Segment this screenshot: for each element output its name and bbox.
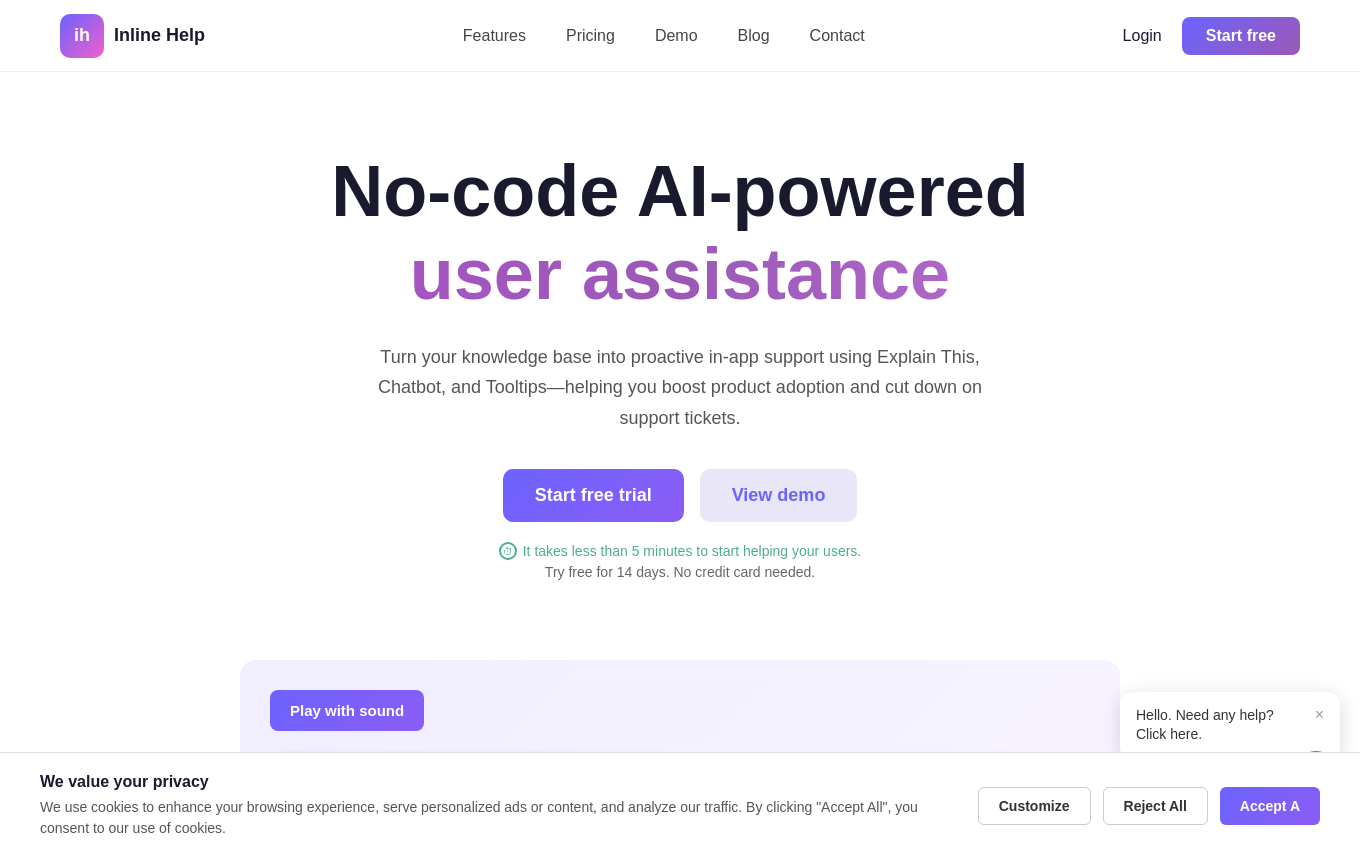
nav-right: Login Start free	[1123, 17, 1300, 55]
hero-subtitle: Turn your knowledge base into proactive …	[350, 342, 1010, 434]
logo-icon: ih	[60, 14, 104, 58]
hero-note-sub: Try free for 14 days. No credit card nee…	[40, 564, 1320, 580]
login-button[interactable]: Login	[1123, 27, 1162, 45]
clock-icon: ⏱	[499, 542, 517, 560]
chat-message: Hello. Need any help? Click here.	[1136, 706, 1305, 745]
customize-button[interactable]: Customize	[978, 787, 1091, 825]
nav-pricing[interactable]: Pricing	[566, 27, 615, 45]
hero-section: No-code AI-powered user assistance Turn …	[0, 72, 1360, 630]
nav-contact[interactable]: Contact	[810, 27, 865, 45]
logo-link[interactable]: ih Inline Help	[60, 14, 205, 58]
accept-all-button[interactable]: Accept A	[1220, 787, 1320, 825]
cookie-title: We value your privacy	[40, 773, 958, 791]
navbar: ih Inline Help Features Pricing Demo Blo…	[0, 0, 1360, 72]
cookie-body: We use cookies to enhance your browsing …	[40, 797, 958, 839]
chat-widget: Hello. Need any help? Click here. ×	[1120, 692, 1340, 759]
hero-note: ⏱ It takes less than 5 minutes to start …	[40, 542, 1320, 580]
cookie-text-section: We value your privacy We use cookies to …	[40, 773, 958, 839]
nav-demo[interactable]: Demo	[655, 27, 698, 45]
start-trial-button[interactable]: Start free trial	[503, 469, 684, 522]
hero-title-line2: user assistance	[40, 231, 1320, 317]
hero-buttons: Start free trial View demo	[40, 469, 1320, 522]
cookie-buttons: Customize Reject All Accept A	[978, 787, 1320, 825]
start-free-nav-button[interactable]: Start free	[1182, 17, 1300, 55]
hero-title-line1: No-code AI-powered	[40, 152, 1320, 231]
nav-links: Features Pricing Demo Blog Contact	[463, 27, 865, 45]
play-with-sound-button[interactable]: Play with sound	[270, 690, 424, 731]
logo-text: Inline Help	[114, 25, 205, 46]
view-demo-button[interactable]: View demo	[700, 469, 858, 522]
reject-all-button[interactable]: Reject All	[1103, 787, 1208, 825]
nav-blog[interactable]: Blog	[738, 27, 770, 45]
cookie-banner: We value your privacy We use cookies to …	[0, 752, 1360, 859]
hero-note-time: ⏱ It takes less than 5 minutes to start …	[40, 542, 1320, 560]
chat-close-button[interactable]: ×	[1315, 706, 1324, 724]
nav-features[interactable]: Features	[463, 27, 526, 45]
